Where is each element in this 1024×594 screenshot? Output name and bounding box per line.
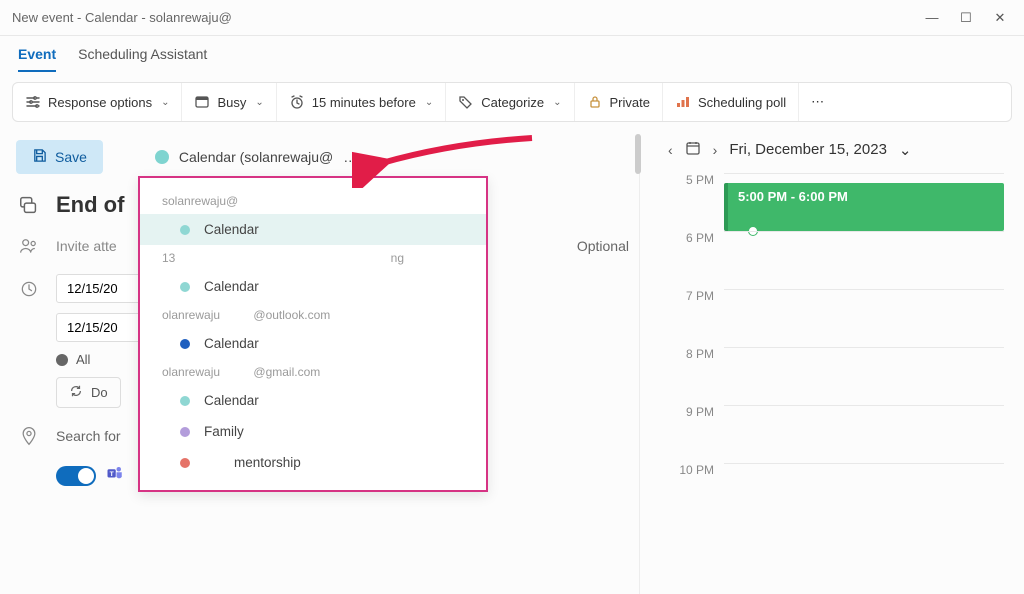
scheduling-poll-label: Scheduling poll bbox=[698, 95, 786, 110]
categorize-label: Categorize bbox=[481, 95, 544, 110]
dropdown-item-calendar[interactable]: Calendar bbox=[140, 271, 486, 302]
maximize-icon[interactable]: ☐ bbox=[960, 12, 972, 24]
chevron-down-icon: ⌄ bbox=[367, 149, 379, 166]
minimize-icon[interactable]: — bbox=[926, 12, 938, 24]
calendar-dot-icon bbox=[180, 282, 190, 292]
scheduling-poll-button[interactable]: Scheduling poll bbox=[663, 83, 799, 121]
response-options-button[interactable]: Response options ⌄ bbox=[13, 83, 182, 121]
location-input[interactable]: Search for bbox=[56, 428, 121, 444]
date-header: ‹ › Fri, December 15, 2023 ⌄ bbox=[668, 140, 1004, 159]
chevron-down-icon: ⌄ bbox=[899, 141, 912, 159]
poll-icon bbox=[675, 94, 691, 110]
repeat-icon bbox=[69, 384, 83, 401]
next-day-button[interactable]: › bbox=[713, 142, 718, 158]
toolbar-overflow-button[interactable]: ⋯ bbox=[799, 83, 836, 121]
hour-row: 5 PM bbox=[668, 173, 1004, 231]
date-label: Fri, December 15, 2023 bbox=[729, 141, 887, 158]
teams-icon: T bbox=[106, 464, 124, 487]
allday-toggle[interactable]: All bbox=[56, 352, 90, 367]
hour-grid[interactable]: 5:00 PM - 6:00 PM 5 PM 6 PM 7 PM 8 PM 9 … bbox=[668, 173, 1004, 521]
tab-scheduling-assistant[interactable]: Scheduling Assistant bbox=[78, 46, 207, 72]
calendar-picker-ellipsis: … bbox=[343, 149, 357, 165]
people-icon bbox=[16, 236, 42, 256]
optional-button[interactable]: Optional bbox=[577, 238, 629, 254]
calendar-color-icon bbox=[155, 150, 169, 164]
calendar-dot-icon bbox=[180, 339, 190, 349]
toolbar: Response options ⌄ Busy ⌄ 15 minutes bef… bbox=[12, 82, 1012, 122]
chevron-down-icon: ⌄ bbox=[161, 97, 169, 108]
lock-icon bbox=[587, 94, 603, 110]
dropdown-item-calendar[interactable]: Calendar bbox=[140, 385, 486, 416]
location-icon bbox=[16, 426, 42, 446]
clock-icon bbox=[16, 279, 42, 299]
dropdown-account-2: olanrewaju @outlook.com bbox=[140, 302, 486, 328]
busy-icon bbox=[194, 94, 210, 110]
teams-toggle[interactable] bbox=[56, 466, 96, 486]
save-icon bbox=[32, 148, 47, 166]
reminder-button[interactable]: 15 minutes before ⌄ bbox=[277, 83, 446, 121]
private-label: Private bbox=[610, 95, 650, 110]
description-icon bbox=[16, 194, 42, 216]
titlebar: New event - Calendar - solanrewaju@ — ☐ … bbox=[0, 0, 1024, 36]
calendar-dot-icon bbox=[180, 225, 190, 235]
day-preview: ‹ › Fri, December 15, 2023 ⌄ 5:00 PM - 6… bbox=[640, 134, 1012, 594]
save-label: Save bbox=[55, 149, 87, 165]
dropdown-account-1: 13 ng bbox=[140, 245, 486, 271]
chevron-down-icon: ⌄ bbox=[553, 97, 561, 108]
busy-label: Busy bbox=[217, 95, 246, 110]
event-form: Save Calendar (solanrewaju@ … ⌄ solanrew… bbox=[12, 134, 640, 594]
dropdown-account-0: solanrewaju@ bbox=[140, 188, 486, 214]
calendar-dot-icon bbox=[180, 458, 190, 468]
today-button[interactable] bbox=[685, 140, 701, 159]
save-button[interactable]: Save bbox=[16, 140, 103, 174]
save-row: Save Calendar (solanrewaju@ … ⌄ bbox=[16, 140, 629, 174]
alarm-icon bbox=[289, 94, 305, 110]
busy-button[interactable]: Busy ⌄ bbox=[182, 83, 276, 121]
window-title: New event - Calendar - solanrewaju@ bbox=[12, 10, 926, 25]
tag-icon bbox=[458, 94, 474, 110]
response-options-label: Response options bbox=[48, 95, 152, 110]
hour-row: 7 PM bbox=[668, 289, 1004, 347]
scrollbar[interactable] bbox=[635, 134, 641, 174]
toggle-knob-icon bbox=[56, 354, 68, 366]
calendar-picker[interactable]: Calendar (solanrewaju@ … ⌄ bbox=[155, 149, 379, 166]
dropdown-item-mentorship[interactable]: mentorship bbox=[140, 447, 486, 478]
close-icon[interactable]: ✕ bbox=[994, 12, 1006, 24]
private-button[interactable]: Private bbox=[575, 83, 663, 121]
hour-row: 9 PM bbox=[668, 405, 1004, 463]
tab-event[interactable]: Event bbox=[18, 46, 56, 72]
hour-row: 6 PM bbox=[668, 231, 1004, 289]
more-icon: ⋯ bbox=[811, 94, 824, 110]
view-tabs: Event Scheduling Assistant bbox=[0, 36, 1024, 72]
categorize-button[interactable]: Categorize ⌄ bbox=[446, 83, 574, 121]
calendar-dot-icon bbox=[180, 396, 190, 406]
main-split: Save Calendar (solanrewaju@ … ⌄ solanrew… bbox=[12, 134, 1012, 594]
hour-row: 8 PM bbox=[668, 347, 1004, 405]
calendar-dot-icon bbox=[180, 427, 190, 437]
chevron-down-icon: ⌄ bbox=[425, 97, 433, 108]
hour-row: 10 PM bbox=[668, 463, 1004, 521]
reminder-label: 15 minutes before bbox=[312, 95, 416, 110]
end-date-input[interactable] bbox=[56, 313, 144, 342]
dropdown-account-3: olanrewaju @gmail.com bbox=[140, 359, 486, 385]
calendar-picker-label: Calendar (solanrewaju@ bbox=[179, 149, 333, 165]
dropdown-item-calendar[interactable]: Calendar bbox=[140, 328, 486, 359]
repeat-button[interactable]: Do bbox=[56, 377, 121, 408]
dropdown-item-calendar[interactable]: Calendar bbox=[140, 214, 486, 245]
prev-day-button[interactable]: ‹ bbox=[668, 142, 673, 158]
dropdown-item-family[interactable]: Family bbox=[140, 416, 486, 447]
window-controls: — ☐ ✕ bbox=[926, 12, 1012, 24]
sliders-icon bbox=[25, 94, 41, 110]
chevron-down-icon: ⌄ bbox=[255, 97, 263, 108]
calendar-dropdown[interactable]: solanrewaju@ Calendar 13 ng Calendar ola… bbox=[138, 176, 488, 492]
start-date-input[interactable] bbox=[56, 274, 144, 303]
